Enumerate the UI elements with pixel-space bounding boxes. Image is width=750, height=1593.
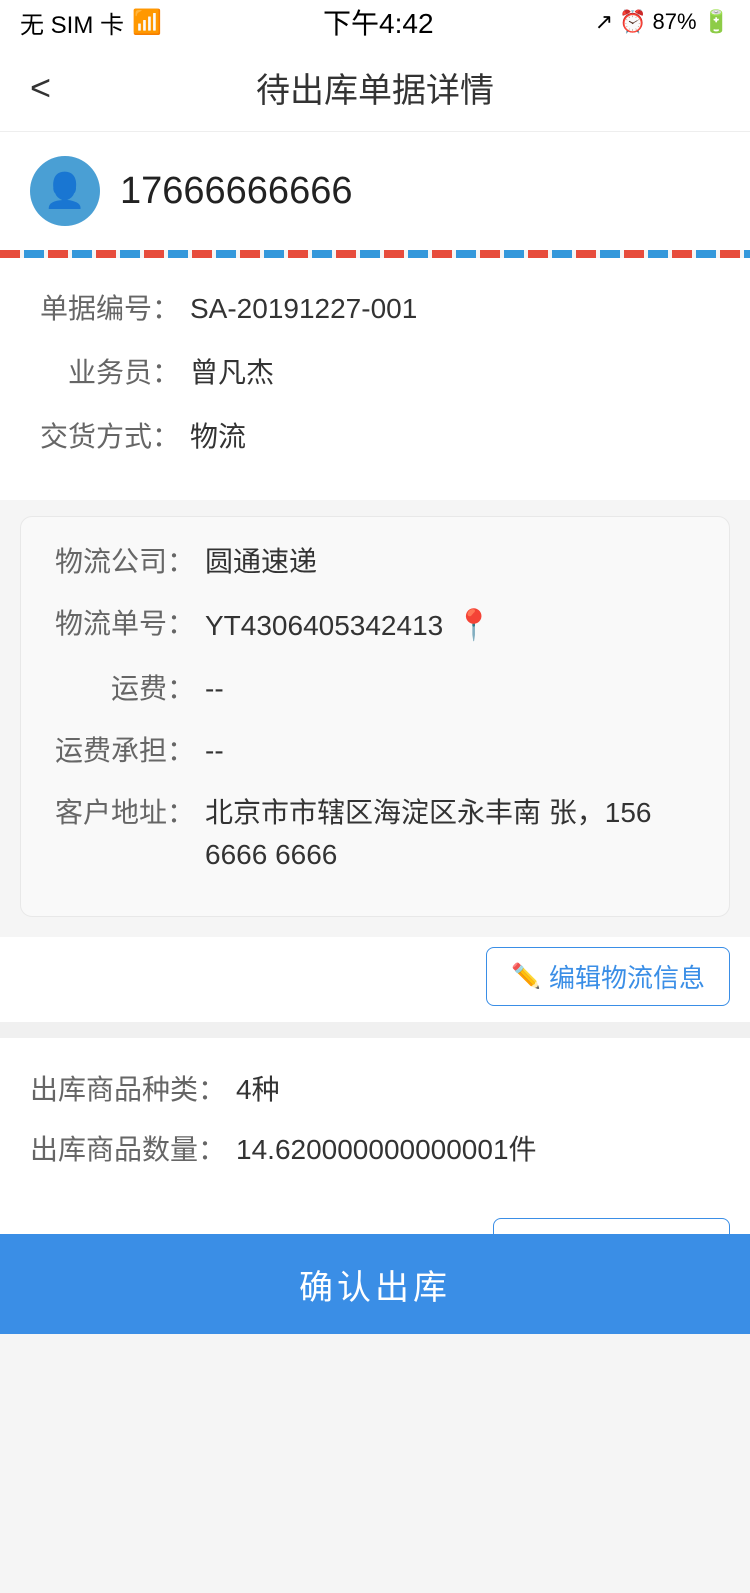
status-bar-left: 无 SIM 卡 📶 [20, 5, 162, 40]
avatar: 👤 [30, 156, 100, 226]
battery-label: 87% [653, 9, 697, 35]
logistics-freight-row: 运费： -- [45, 668, 705, 710]
location-status-icon: ↗ [595, 9, 613, 35]
logistics-address-label: 客户地址： [45, 792, 195, 834]
product-types-value: 4种 [236, 1068, 280, 1108]
logistics-freight-value: -- [205, 668, 705, 710]
dashed-divider [0, 250, 750, 258]
logistics-card: 物流公司： 圆通速递 物流单号： YT4306405342413 📍 运费： -… [20, 516, 730, 917]
confirm-outbound-button[interactable]: 确认出库 [0, 1234, 750, 1334]
confirm-button-label: 确认出库 [299, 1260, 451, 1309]
edit-icon: ✏️ [511, 962, 541, 991]
back-button[interactable]: < [30, 67, 90, 109]
wifi-icon: 📶 [132, 8, 162, 37]
document-number-label: 单据编号： [30, 288, 180, 330]
logistics-address-value: 北京市市辖区海淀区永丰南 张，156 6666 6666 [205, 792, 705, 876]
delivery-method-label: 交货方式： [30, 416, 180, 458]
avatar-icon: 👤 [44, 171, 86, 211]
tracking-number-text: YT4306405342413 [205, 605, 443, 647]
status-bar-right: ↗ ⏰ 87% 🔋 [595, 9, 730, 35]
battery-icon: 🔋 [703, 9, 730, 35]
logistics-tracking-value-container: YT4306405342413 📍 [205, 603, 705, 648]
edit-btn-row: ✏️ 编辑物流信息 [0, 937, 750, 1022]
logistics-company-value: 圆通速递 [205, 541, 705, 583]
section-separator [0, 1022, 750, 1038]
product-quantity-row: 出库商品数量： 14.620000000000001件 [30, 1128, 720, 1168]
edit-logistics-button[interactable]: ✏️ 编辑物流信息 [486, 947, 730, 1006]
page-title: 待出库单据详情 [90, 63, 660, 112]
edit-logistics-label: 编辑物流信息 [549, 958, 705, 995]
logistics-company-row: 物流公司： 圆通速递 [45, 541, 705, 583]
product-quantity-value: 14.620000000000001件 [236, 1128, 537, 1168]
product-types-label: 出库商品种类： [30, 1068, 226, 1108]
salesperson-label: 业务员： [30, 352, 180, 394]
logistics-tracking-label: 物流单号： [45, 603, 195, 645]
basic-info-section: 单据编号： SA-20191227-001 业务员： 曾凡杰 交货方式： 物流 [0, 258, 750, 500]
customer-header: 👤 17666666666 [0, 132, 750, 250]
logistics-freight-bearer-label: 运费承担： [45, 730, 195, 772]
customer-phone: 17666666666 [120, 170, 352, 213]
nav-bar: < 待出库单据详情 [0, 44, 750, 132]
logistics-address-row: 客户地址： 北京市市辖区海淀区永丰南 张，156 6666 6666 [45, 792, 705, 876]
status-bar-time: 下午4:42 [323, 2, 434, 42]
product-summary-section: 出库商品种类： 4种 出库商品数量： 14.620000000000001件 [0, 1038, 750, 1208]
tracking-location-icon[interactable]: 📍 [455, 603, 492, 648]
document-number-value: SA-20191227-001 [190, 288, 720, 330]
delivery-method-value: 物流 [190, 416, 720, 458]
document-number-row: 单据编号： SA-20191227-001 [30, 288, 720, 330]
product-types-row: 出库商品种类： 4种 [30, 1068, 720, 1108]
product-quantity-label: 出库商品数量： [30, 1128, 226, 1168]
logistics-freight-label: 运费： [45, 668, 195, 710]
logistics-freight-bearer-value: -- [205, 730, 705, 772]
logistics-company-label: 物流公司： [45, 541, 195, 583]
logistics-freight-bearer-row: 运费承担： -- [45, 730, 705, 772]
logistics-tracking-row: 物流单号： YT4306405342413 📍 [45, 603, 705, 648]
delivery-method-row: 交货方式： 物流 [30, 416, 720, 458]
status-bar: 无 SIM 卡 📶 下午4:42 ↗ ⏰ 87% 🔋 [0, 0, 750, 44]
salesperson-row: 业务员： 曾凡杰 [30, 352, 720, 394]
salesperson-value: 曾凡杰 [190, 352, 720, 394]
carrier-label: 无 SIM 卡 [20, 5, 124, 40]
alarm-icon: ⏰ [619, 9, 646, 35]
